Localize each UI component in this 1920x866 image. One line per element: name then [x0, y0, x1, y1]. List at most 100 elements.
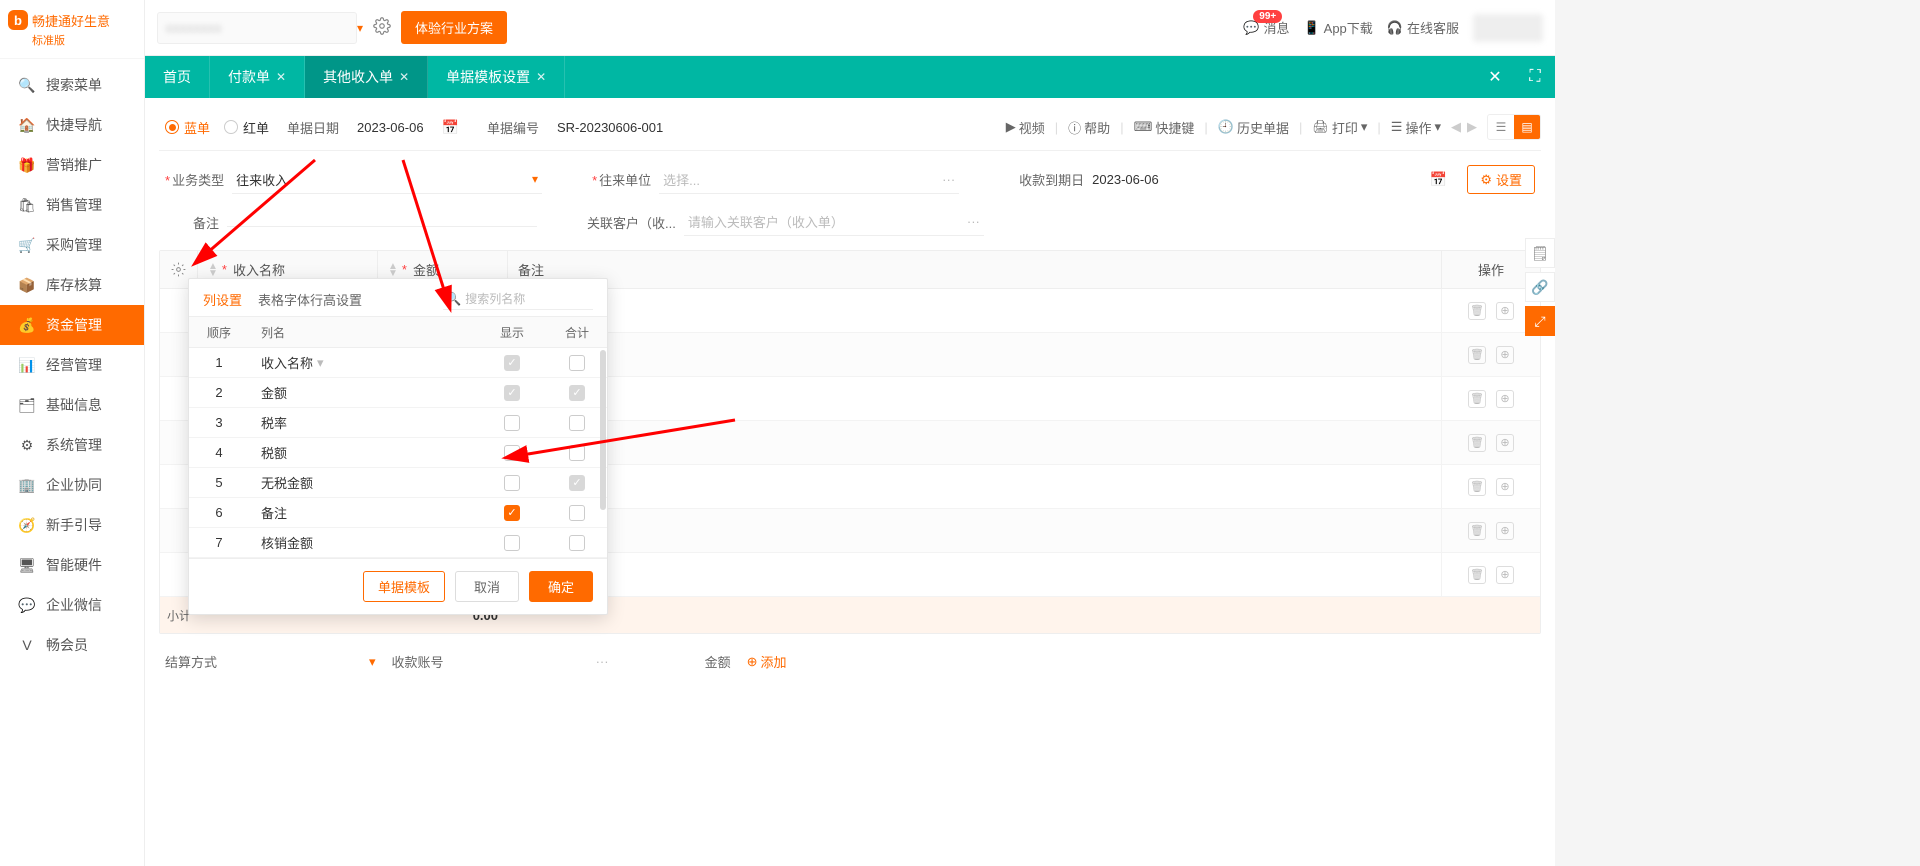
- popup-tab-font[interactable]: 表格字体行高设置: [258, 290, 362, 309]
- workspace-selector[interactable]: xxxxxxxx: [157, 12, 357, 44]
- doc-date-label: 单据日期: [287, 118, 339, 137]
- view-detail-icon[interactable]: ▤: [1514, 115, 1540, 139]
- next-doc-icon[interactable]: ▶: [1467, 119, 1477, 135]
- show-checkbox[interactable]: [504, 445, 520, 461]
- sidebar-item-member[interactable]: V畅会员: [0, 625, 144, 665]
- show-checkbox[interactable]: [504, 415, 520, 431]
- sidebar: b 畅捷通好生意 标准版 🔍搜索菜单🏠快捷导航🎁营销推广🛍销售管理🛒采购管理📦库…: [0, 0, 145, 866]
- row-delete-icon[interactable]: 🗑: [1468, 434, 1486, 452]
- print-link[interactable]: 🖨 打印 ▾: [1312, 118, 1367, 137]
- tab[interactable]: 其他收入单✕: [305, 56, 428, 98]
- link-customer-input[interactable]: 请输入关联客户（收入单）···: [684, 208, 984, 236]
- tabs-close-all-icon[interactable]: ✕: [1475, 56, 1515, 98]
- sidebar-item-guide[interactable]: 🧭新手引导: [0, 505, 144, 545]
- sum-checkbox: [569, 355, 585, 371]
- brand-logo: b: [8, 10, 28, 30]
- row-delete-icon[interactable]: 🗑: [1468, 478, 1486, 496]
- tab[interactable]: 首页: [145, 56, 210, 98]
- sidebar-item-collab[interactable]: 🏢企业协同: [0, 465, 144, 505]
- prev-doc-icon[interactable]: ◀: [1451, 119, 1461, 135]
- show-checkbox[interactable]: ✓: [504, 385, 520, 401]
- row-delete-icon[interactable]: 🗑: [1468, 390, 1486, 408]
- show-checkbox[interactable]: ✓: [504, 505, 520, 521]
- popup-ok-button[interactable]: 确定: [529, 571, 593, 602]
- user-avatar[interactable]: [1473, 14, 1543, 42]
- tab-close-icon[interactable]: ✕: [536, 70, 546, 84]
- doc-no-value: SR-20230606-001: [557, 120, 663, 135]
- video-link[interactable]: ▶ 视频: [1006, 118, 1045, 137]
- experience-button[interactable]: 体验行业方案: [401, 11, 507, 44]
- tab[interactable]: 付款单✕: [210, 56, 305, 98]
- sidebar-item-search[interactable]: 🔍搜索菜单: [0, 65, 144, 105]
- sidebar-item-funds[interactable]: 💰资金管理: [0, 305, 144, 345]
- remark-input[interactable]: [227, 218, 537, 227]
- sum-checkbox[interactable]: ✓: [569, 475, 585, 491]
- show-checkbox[interactable]: [504, 535, 520, 551]
- sidebar-item-basic[interactable]: 🗂基础信息: [0, 385, 144, 425]
- popup-template-button[interactable]: 单据模板: [363, 571, 445, 602]
- row-copy-icon[interactable]: ⊕: [1496, 390, 1514, 408]
- sidebar-item-quicknav[interactable]: 🏠快捷导航: [0, 105, 144, 145]
- sidebar-menu: 🔍搜索菜单🏠快捷导航🎁营销推广🛍销售管理🛒采购管理📦库存核算💰资金管理📊经营管理…: [0, 59, 144, 866]
- radio-blue[interactable]: 蓝单: [165, 118, 210, 137]
- view-list-icon[interactable]: ☰: [1488, 115, 1514, 139]
- row-copy-icon[interactable]: ⊕: [1496, 302, 1514, 320]
- gear-icon[interactable]: [373, 17, 391, 38]
- app-download-button[interactable]: 📱 App下载: [1303, 18, 1372, 37]
- popup-scrollbar[interactable]: [600, 350, 606, 510]
- row-copy-icon[interactable]: ⊕: [1496, 522, 1514, 540]
- row-delete-icon[interactable]: 🗑: [1468, 346, 1486, 364]
- tabs-fullscreen-icon[interactable]: ⛶: [1515, 56, 1555, 98]
- due-date-value[interactable]: 2023-06-06: [1092, 172, 1159, 187]
- partner-select[interactable]: 选择...···: [659, 166, 959, 194]
- settle-method-chevron-icon[interactable]: ▾: [369, 654, 376, 670]
- sidebar-item-operation[interactable]: 📊经营管理: [0, 345, 144, 385]
- workspace-chevron-icon[interactable]: ▾: [357, 21, 363, 35]
- show-checkbox[interactable]: [504, 475, 520, 491]
- popup-search-input[interactable]: [465, 292, 585, 306]
- show-checkbox[interactable]: ✓: [504, 355, 520, 371]
- row-delete-icon[interactable]: 🗑: [1468, 302, 1486, 320]
- sidebar-item-system[interactable]: ⚙系统管理: [0, 425, 144, 465]
- row-delete-icon[interactable]: 🗑: [1468, 566, 1486, 584]
- radio-red[interactable]: 红单: [224, 118, 269, 137]
- tab[interactable]: 单据模板设置✕: [428, 56, 565, 98]
- sidebar-item-sales[interactable]: 🛍销售管理: [0, 185, 144, 225]
- help-link[interactable]: ⓘ 帮助: [1068, 118, 1110, 137]
- settle-account-more-icon[interactable]: ···: [596, 654, 609, 669]
- popup-cancel-button[interactable]: 取消: [455, 571, 519, 602]
- due-date-label: 收款到期日: [1019, 170, 1084, 189]
- due-calendar-icon[interactable]: 📅: [1430, 171, 1447, 188]
- dock-link-icon[interactable]: 🔗: [1525, 272, 1555, 302]
- dock-expand-icon[interactable]: ⤢: [1525, 306, 1555, 336]
- settings-button[interactable]: ⚙ 设置: [1467, 165, 1535, 194]
- messages-button[interactable]: 💬 消息 99+: [1243, 18, 1289, 37]
- operate-link[interactable]: ☰ 操作 ▾: [1391, 118, 1441, 137]
- shortcut-link[interactable]: ⌨ 快捷键: [1134, 118, 1195, 137]
- row-delete-icon[interactable]: 🗑: [1468, 522, 1486, 540]
- history-link[interactable]: 🕘 历史单据: [1218, 118, 1289, 137]
- partner-label: 往来单位: [599, 173, 651, 188]
- online-service-button[interactable]: 🎧 在线客服: [1387, 18, 1459, 37]
- sum-checkbox[interactable]: ✓: [569, 385, 585, 401]
- calendar-icon[interactable]: 📅: [442, 119, 459, 136]
- sidebar-item-purchase[interactable]: 🛒采购管理: [0, 225, 144, 265]
- settle-account-label: 收款账号: [392, 652, 444, 671]
- sidebar-item-wechat[interactable]: 💬企业微信: [0, 585, 144, 625]
- row-copy-icon[interactable]: ⊕: [1496, 566, 1514, 584]
- doc-date-value[interactable]: 2023-06-06: [357, 120, 424, 135]
- chevron-down-icon[interactable]: ▾: [317, 355, 324, 371]
- row-copy-icon[interactable]: ⊕: [1496, 478, 1514, 496]
- row-copy-icon[interactable]: ⊕: [1496, 434, 1514, 452]
- dock-note-icon[interactable]: 🗒: [1525, 238, 1555, 268]
- popup-column-row: 4税额: [189, 438, 607, 468]
- tab-close-icon[interactable]: ✕: [276, 70, 286, 84]
- settle-add-button[interactable]: ⊕ 添加: [747, 652, 787, 671]
- tab-close-icon[interactable]: ✕: [399, 70, 409, 84]
- sidebar-item-hardware[interactable]: 🖥智能硬件: [0, 545, 144, 585]
- sidebar-item-marketing[interactable]: 🎁营销推广: [0, 145, 144, 185]
- biz-type-select[interactable]: 往来收入▾: [232, 166, 542, 194]
- popup-tab-columns[interactable]: 列设置: [203, 290, 242, 309]
- sidebar-item-inventory[interactable]: 📦库存核算: [0, 265, 144, 305]
- row-copy-icon[interactable]: ⊕: [1496, 346, 1514, 364]
